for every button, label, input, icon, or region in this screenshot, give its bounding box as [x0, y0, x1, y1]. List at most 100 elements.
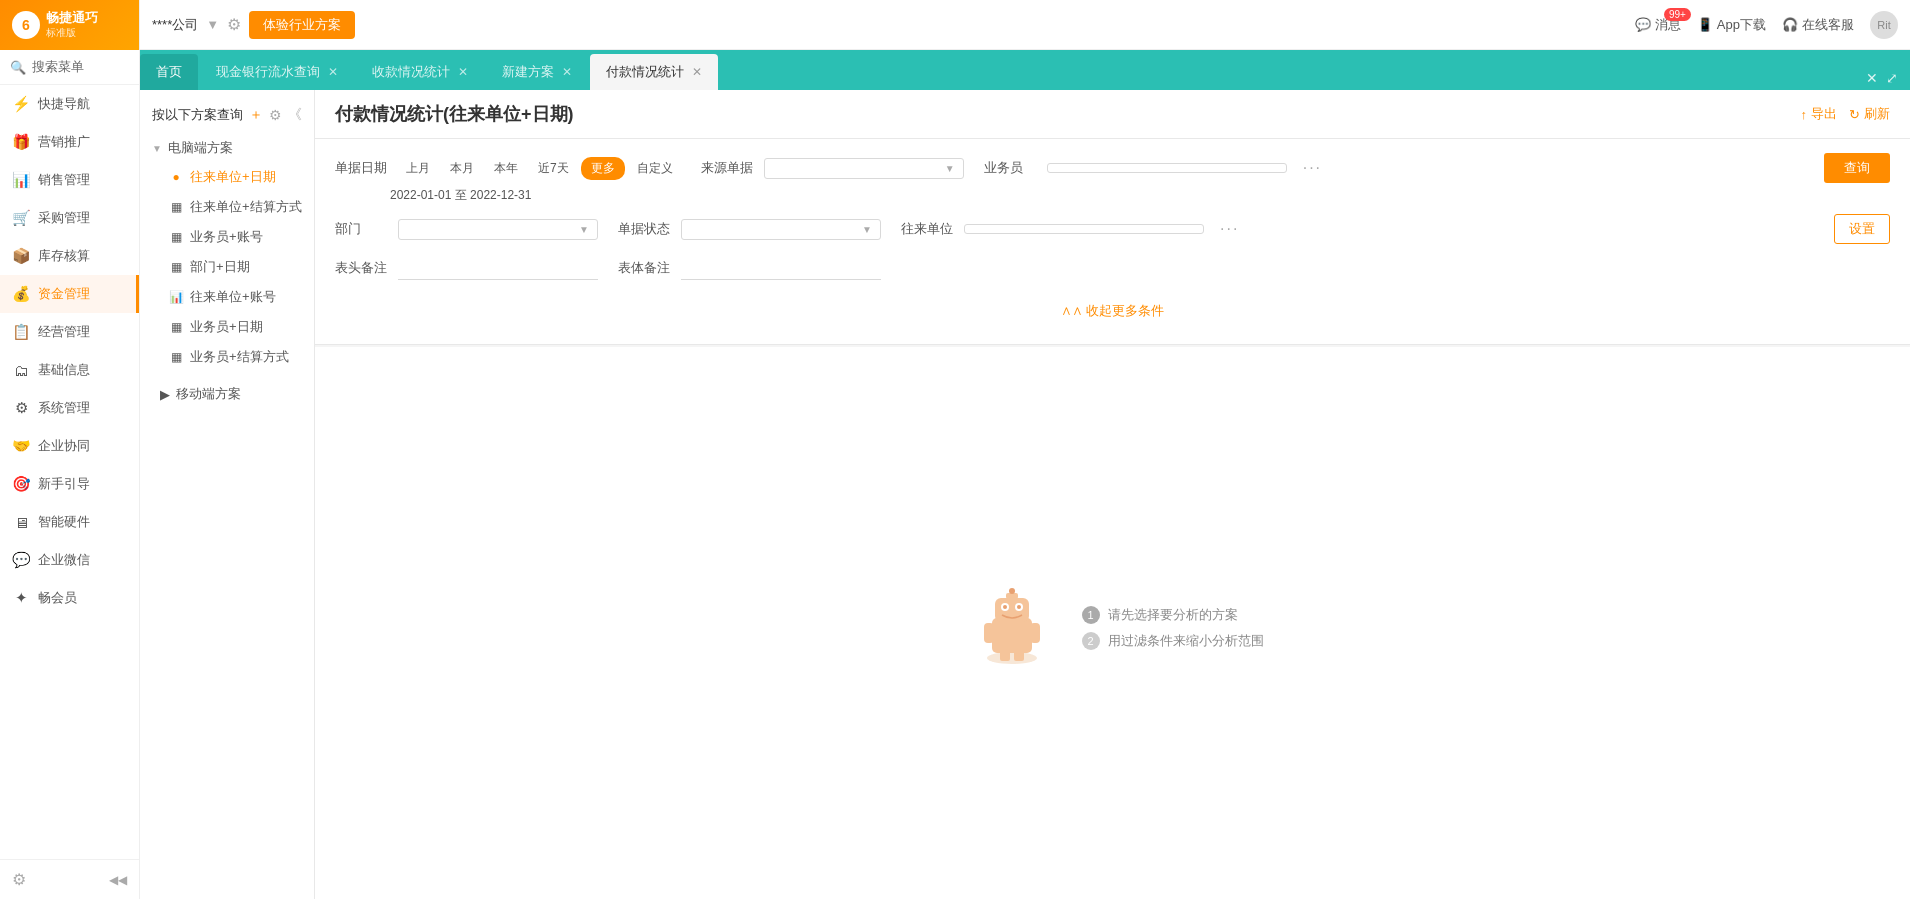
- tab-cash-flow[interactable]: 现金银行流水查询 ✕: [200, 54, 354, 90]
- tab-payment-stats[interactable]: 付款情况统计 ✕: [590, 54, 718, 90]
- empty-content: 1 请先选择要分析的方案 2 用过滤条件来缩小分析范围: [962, 573, 1264, 673]
- filter-body-note-input[interactable]: [681, 256, 881, 280]
- tab-new-scheme-label: 新建方案: [502, 63, 554, 81]
- filter-doc-status-item: 单据状态 ▼: [618, 219, 881, 240]
- topbar-settings-icon[interactable]: ⚙: [227, 15, 241, 34]
- main-area: ****公司 ▼ ⚙ 体验行业方案 💬 消息 99+ 📱 App下载 🎧 在线客…: [140, 0, 1910, 899]
- scheme-item-staff-settle[interactable]: ▦ 业务员+结算方式: [140, 342, 314, 372]
- export-button[interactable]: ↑ 导出: [1801, 105, 1838, 123]
- tabs-actions: ✕ ⤢: [1866, 70, 1910, 90]
- tab-receivable-label: 收款情况统计: [372, 63, 450, 81]
- filter-partner-select[interactable]: [964, 224, 1204, 234]
- collapse-bar[interactable]: ∧∧ 收起更多条件: [335, 292, 1890, 330]
- svg-rect-4: [1000, 651, 1010, 661]
- sidebar-item-inventory[interactable]: 📦 库存核算: [0, 237, 139, 275]
- filter-source-select[interactable]: ▼: [764, 158, 964, 179]
- filter-row-3: 表头备注 表体备注: [335, 256, 1890, 280]
- date-opt-this-year[interactable]: 本年: [486, 157, 526, 180]
- date-opt-this-month[interactable]: 本月: [442, 157, 482, 180]
- app-download-button[interactable]: 📱 App下载: [1697, 16, 1766, 34]
- sidebar-item-newuser[interactable]: 🎯 新手引导: [0, 465, 139, 503]
- sidebar-item-weixin[interactable]: 💬 企业微信: [0, 541, 139, 579]
- app-download-label: App下载: [1717, 16, 1766, 34]
- filter-settings-action: 设置: [1834, 214, 1890, 244]
- online-service-button[interactable]: 🎧 在线客服: [1782, 16, 1854, 34]
- scheme-item-staff-date[interactable]: ▦ 业务员+日期: [140, 312, 314, 342]
- system-icon: ⚙: [12, 399, 30, 417]
- user-avatar[interactable]: Rit: [1870, 11, 1898, 39]
- sidebar-item-marketing[interactable]: 🎁 营销推广: [0, 123, 139, 161]
- scheme-item-unit-account[interactable]: 📊 往来单位+账号: [140, 282, 314, 312]
- tab-receivable-close[interactable]: ✕: [458, 65, 468, 79]
- tab-payment-stats-label: 付款情况统计: [606, 63, 684, 81]
- sidebar-item-basic[interactable]: 🗂 基础信息: [0, 351, 139, 389]
- filter-doc-status-label: 单据状态: [618, 220, 673, 238]
- tabs-close-all-icon[interactable]: ✕: [1866, 70, 1878, 86]
- tab-cash-flow-label: 现金银行流水查询: [216, 63, 320, 81]
- filter-partner-ellipsis[interactable]: ···: [1220, 220, 1239, 238]
- export-icon: ↑: [1801, 107, 1808, 122]
- sidebar-item-label: 系统管理: [38, 399, 90, 417]
- sidebar-item-quick-nav[interactable]: ⚡ 快捷导航: [0, 85, 139, 123]
- settings-footer-icon[interactable]: ⚙: [12, 870, 26, 889]
- tab-cash-flow-close[interactable]: ✕: [328, 65, 338, 79]
- date-opt-custom[interactable]: 自定义: [629, 157, 681, 180]
- query-button[interactable]: 查询: [1824, 153, 1890, 183]
- sidebar-item-sales[interactable]: 📊 销售管理: [0, 161, 139, 199]
- date-opt-more[interactable]: 更多: [581, 157, 625, 180]
- filter-staff-item: 业务员 ···: [984, 159, 1322, 177]
- company-dropdown-icon[interactable]: ▼: [206, 17, 219, 32]
- scheme-group-mobile-arrow: ▶: [160, 387, 170, 402]
- filter-header-note-input[interactable]: [398, 256, 598, 280]
- scheme-item-dept-date[interactable]: ▦ 部门+日期: [140, 252, 314, 282]
- scheme-add-icon[interactable]: ＋: [249, 106, 263, 124]
- filter-doc-status-select[interactable]: ▼: [681, 219, 881, 240]
- logo-icon: 6: [12, 11, 40, 39]
- scheme-item-unit-date[interactable]: ● 往来单位+日期: [140, 162, 314, 192]
- sidebar-item-system[interactable]: ⚙ 系统管理: [0, 389, 139, 427]
- notifications-button[interactable]: 💬 消息 99+: [1635, 16, 1681, 34]
- scheme-group-pc-header[interactable]: ▼ 电脑端方案: [140, 134, 314, 162]
- sidebar-item-purchase[interactable]: 🛒 采购管理: [0, 199, 139, 237]
- settings-button[interactable]: 设置: [1834, 214, 1890, 244]
- tip-text-1: 请先选择要分析的方案: [1108, 606, 1238, 624]
- scheme-item-staff-account[interactable]: ▦ 业务员+账号: [140, 222, 314, 252]
- tip-num-1: 1: [1082, 606, 1100, 624]
- tab-payment-stats-close[interactable]: ✕: [692, 65, 702, 79]
- scheme-group-mobile-header[interactable]: ▶ 移动端方案: [140, 380, 314, 408]
- filter-staff-select[interactable]: [1047, 163, 1287, 173]
- filter-dept-select[interactable]: ▼: [398, 219, 598, 240]
- tabs-expand-icon[interactable]: ⤢: [1886, 70, 1898, 86]
- date-range-text: 2022-01-01 至 2022-12-31: [390, 188, 531, 202]
- sidebar-item-operation[interactable]: 📋 经营管理: [0, 313, 139, 351]
- filter-staff-ellipsis[interactable]: ···: [1303, 159, 1322, 177]
- scheme-item-unit-settle[interactable]: ▦ 往来单位+结算方式: [140, 192, 314, 222]
- trial-button[interactable]: 体验行业方案: [249, 11, 355, 39]
- search-menu[interactable]: 🔍 搜索菜单: [0, 50, 139, 85]
- scheme-settings-icon[interactable]: ⚙: [269, 107, 282, 123]
- sidebar-item-vip[interactable]: ✦ 畅会员: [0, 579, 139, 617]
- sidebar-item-label: 基础信息: [38, 361, 90, 379]
- date-options: 上月 本月 本年 近7天 更多 自定义: [398, 157, 681, 180]
- inventory-icon: 📦: [12, 247, 30, 265]
- scheme-item-label-staff-account: 业务员+账号: [190, 228, 263, 246]
- date-opt-last-month[interactable]: 上月: [398, 157, 438, 180]
- refresh-button[interactable]: ↻ 刷新: [1849, 105, 1890, 123]
- sidebar-item-finance[interactable]: 💰 资金管理: [0, 275, 139, 313]
- page-header: 付款情况统计(往来单位+日期) ↑ 导出 ↻ 刷新: [315, 90, 1910, 139]
- sidebar-item-label: 资金管理: [38, 285, 90, 303]
- sidebar-item-label: 采购管理: [38, 209, 90, 227]
- tab-new-scheme[interactable]: 新建方案 ✕: [486, 54, 588, 90]
- empty-state: 1 请先选择要分析的方案 2 用过滤条件来缩小分析范围: [315, 347, 1910, 899]
- tab-new-scheme-close[interactable]: ✕: [562, 65, 572, 79]
- sidebar-item-label: 畅会员: [38, 589, 77, 607]
- collapse-sidebar-icon[interactable]: ◀◀: [109, 873, 127, 887]
- sidebar-item-hardware[interactable]: 🖥 智能硬件: [0, 503, 139, 541]
- sidebar-item-enterprise[interactable]: 🤝 企业协同: [0, 427, 139, 465]
- filter-date-control: 上月 本月 本年 近7天 更多 自定义: [398, 157, 681, 180]
- date-opt-7days[interactable]: 近7天: [530, 157, 577, 180]
- topbar-left: ****公司 ▼ ⚙ 体验行业方案: [152, 11, 1625, 39]
- tab-home[interactable]: 首页: [140, 54, 198, 90]
- scheme-collapse-icon[interactable]: 《: [288, 106, 302, 124]
- tab-receivable[interactable]: 收款情况统计 ✕: [356, 54, 484, 90]
